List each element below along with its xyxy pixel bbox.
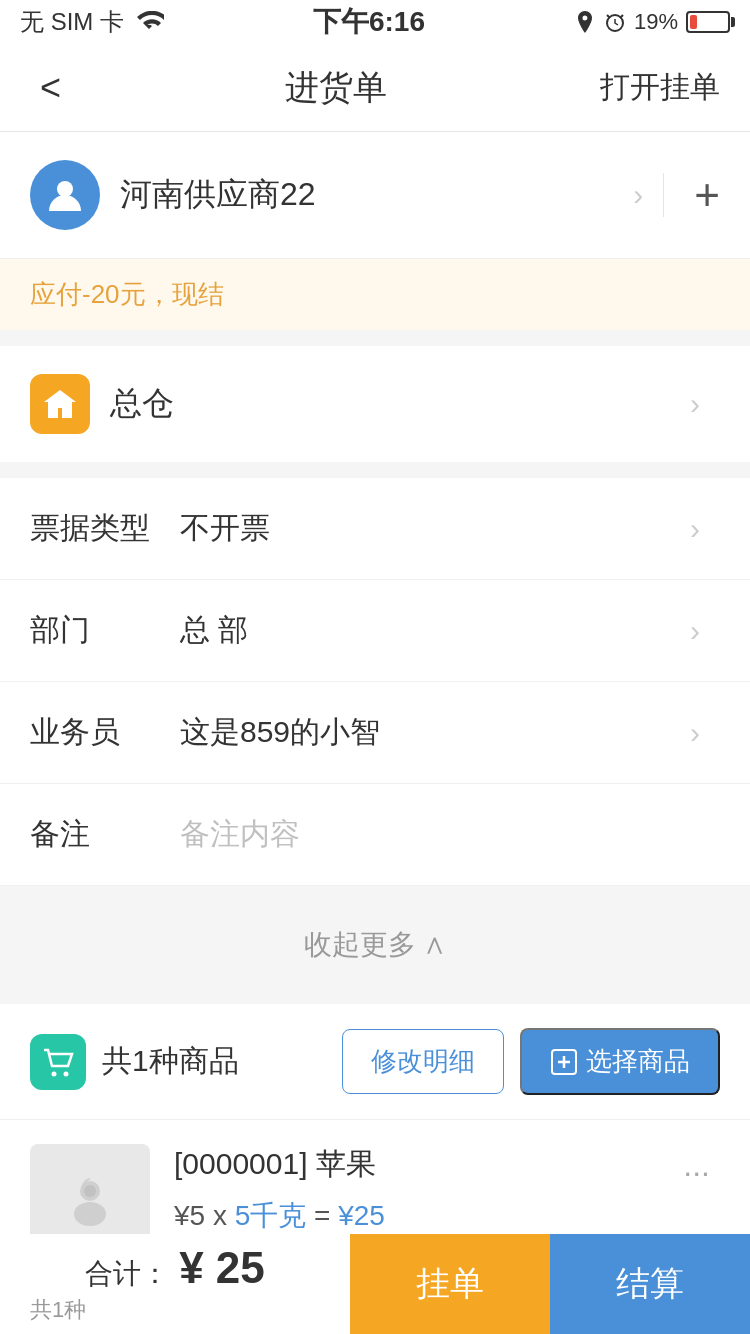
total-amount: ¥ 25 (179, 1243, 265, 1293)
open-pending-button[interactable]: 打开挂单 (600, 67, 720, 108)
salesperson-row[interactable]: 业务员 这是859的小智 › (0, 682, 750, 784)
battery-percent: 19% (634, 9, 678, 35)
unit-price: ¥5 x (174, 1200, 235, 1231)
supplier-avatar (30, 160, 100, 230)
cart-icon (42, 1046, 74, 1078)
remark-row[interactable]: 备注 备注内容 (0, 784, 750, 886)
product-code: [0000001] 苹果 (174, 1147, 376, 1180)
salesperson-chevron: › (690, 716, 700, 750)
supplier-name: 河南供应商22 (120, 173, 633, 217)
salesperson-value: 这是859的小智 (170, 712, 690, 753)
svg-point-7 (84, 1185, 96, 1197)
warehouse-chevron: › (690, 387, 700, 421)
warehouse-row[interactable]: 总仓 › (0, 346, 750, 462)
carrier-label: 无 SIM 卡 (20, 6, 124, 38)
wifi-icon (134, 11, 164, 33)
add-button[interactable]: + (694, 170, 720, 220)
select-product-icon (550, 1048, 578, 1076)
supplier-row[interactable]: 河南供应商22 › + (0, 132, 750, 259)
status-right: 19% (574, 9, 730, 35)
product-count: 共1种商品 (102, 1041, 342, 1082)
bottom-bar: 合计： ¥ 25 共1种 挂单 结算 (0, 1234, 750, 1334)
checkout-button[interactable]: 结算 (550, 1234, 750, 1334)
warehouse-section: 总仓 › (0, 346, 750, 462)
supplier-chevron: › (633, 178, 643, 212)
notice-bar: 应付-20元，现结 (0, 259, 750, 330)
invoice-type-row[interactable]: 票据类型 不开票 › (0, 478, 750, 580)
svg-point-2 (52, 1071, 57, 1076)
location-icon (574, 11, 596, 33)
battery-icon (686, 11, 730, 33)
modify-detail-button[interactable]: 修改明细 (342, 1029, 504, 1094)
department-value: 总 部 (170, 610, 690, 651)
time-label: 下午6:16 (313, 3, 425, 41)
person-icon (45, 175, 85, 215)
select-product-button[interactable]: 选择商品 (520, 1028, 720, 1095)
hang-button[interactable]: 挂单 (350, 1234, 550, 1334)
collapse-label: 收起更多 ∧ (304, 929, 447, 960)
status-left: 无 SIM 卡 (20, 6, 164, 38)
total-sub: 共1种 (30, 1295, 86, 1325)
nav-bar: < 进货单 打开挂单 (0, 44, 750, 132)
product-more-button[interactable]: ··· (673, 1144, 720, 1201)
equals: = (314, 1200, 338, 1231)
invoice-type-value: 不开票 (170, 508, 690, 549)
quantity: 5千克 (235, 1200, 307, 1231)
supplier-section: 河南供应商22 › + 应付-20元，现结 (0, 132, 750, 330)
product-name: [0000001] 苹果 (174, 1144, 673, 1185)
subtotal: ¥25 (338, 1200, 385, 1231)
svg-point-1 (57, 181, 73, 197)
status-bar: 无 SIM 卡 下午6:16 19% (0, 0, 750, 44)
page-title: 进货单 (285, 65, 387, 111)
department-row[interactable]: 部门 总 部 › (0, 580, 750, 682)
product-info: [0000001] 苹果 ¥5 x 5千克 = ¥25 (174, 1144, 673, 1235)
total-row: 合计： ¥ 25 (85, 1243, 265, 1293)
remark-label: 备注 (30, 814, 170, 855)
department-chevron: › (690, 614, 700, 648)
back-button[interactable]: < (30, 57, 71, 119)
remark-placeholder: 备注内容 (170, 814, 720, 855)
house-icon (42, 386, 78, 422)
total-label: 合计： (85, 1255, 169, 1293)
product-header: 共1种商品 修改明细 选择商品 (0, 1004, 750, 1120)
svg-point-6 (74, 1202, 106, 1226)
warehouse-name: 总仓 (110, 382, 690, 426)
warehouse-icon (30, 374, 90, 434)
supplier-divider (663, 173, 664, 217)
select-product-label: 选择商品 (586, 1044, 690, 1079)
invoice-type-chevron: › (690, 512, 700, 546)
product-placeholder-icon (55, 1169, 125, 1239)
product-icon (30, 1034, 86, 1090)
salesperson-label: 业务员 (30, 712, 170, 753)
total-section: 合计： ¥ 25 共1种 (0, 1234, 350, 1334)
invoice-type-label: 票据类型 (30, 508, 170, 549)
department-label: 部门 (30, 610, 170, 651)
product-price-row: ¥5 x 5千克 = ¥25 (174, 1197, 673, 1235)
alarm-icon (604, 11, 626, 33)
notice-text: 应付-20元，现结 (30, 279, 224, 309)
form-section: 票据类型 不开票 › 部门 总 部 › 业务员 这是859的小智 › 备注 备注… (0, 478, 750, 886)
svg-point-3 (64, 1071, 69, 1076)
collapse-bar[interactable]: 收起更多 ∧ (0, 902, 750, 988)
